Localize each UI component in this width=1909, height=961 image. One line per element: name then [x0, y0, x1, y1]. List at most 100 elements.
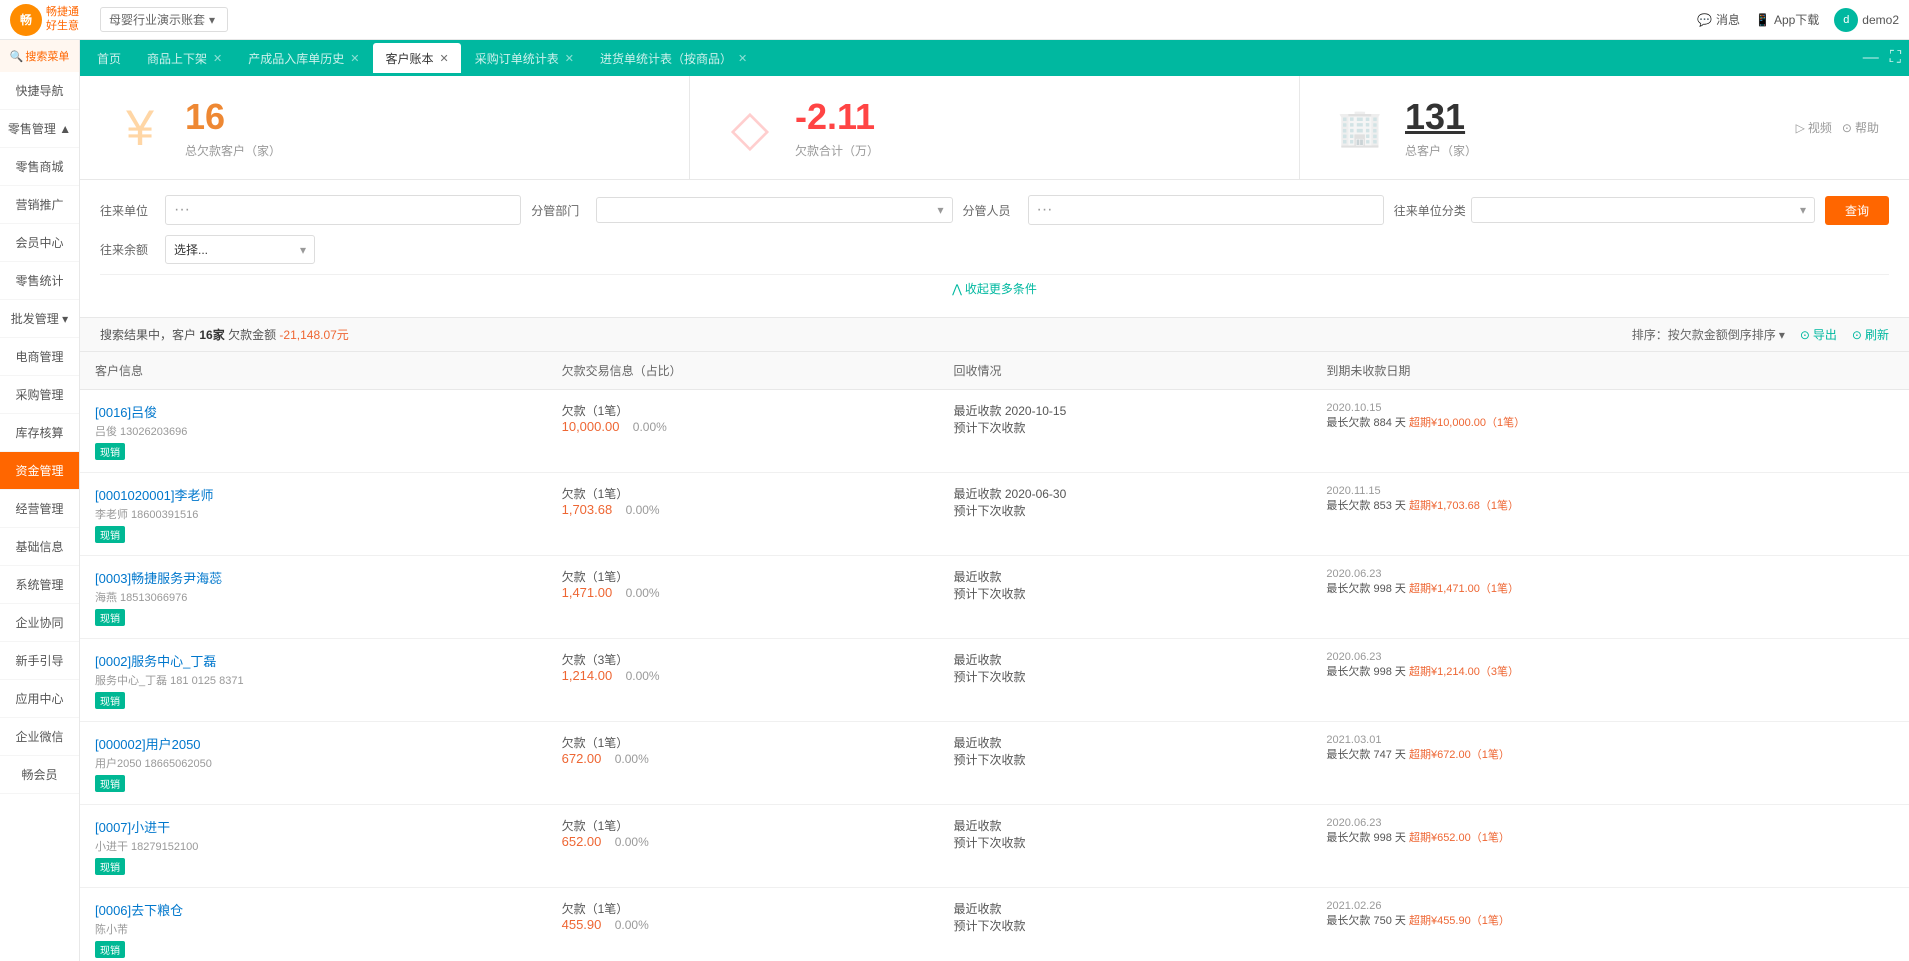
sidebar-item-yingyong[interactable]: 应用中心	[0, 680, 79, 718]
table-row: [0003]畅捷服务尹海蕊 海燕 18513066976 现销 欠款（1笔） 1…	[80, 556, 1909, 639]
next-collect-2: 预计下次收款	[954, 585, 1297, 602]
tab-production-close[interactable]: ✕	[350, 52, 359, 65]
customer-name-4[interactable]: [000002]用户2050	[95, 734, 532, 753]
debt-amount-4[interactable]: 672.00	[562, 751, 602, 766]
sort-select[interactable]: 排序：按欠款金额倒序排序 ▾	[1632, 326, 1785, 343]
guide-help-btn[interactable]: ⊙ 帮助	[1842, 119, 1879, 136]
debt-percent-2: 0.00%	[626, 586, 660, 600]
debt-label-0: 欠款（1笔）	[562, 402, 924, 419]
dept-select[interactable]: ▾	[596, 197, 952, 223]
balance-select[interactable]: 选择... ▾	[165, 235, 315, 264]
sidebar-search-area[interactable]: 🔍 搜索菜单	[0, 40, 79, 72]
cell-due-date-4: 2021.03.01 最长欠款 747 天 超期¥672.00（1笔）	[1311, 722, 1909, 805]
sidebar-item-xitong[interactable]: 系统管理	[0, 566, 79, 604]
sidebar-item-changhui[interactable]: 畅会员	[0, 756, 79, 794]
customer-name-1[interactable]: [0001020001]李老师	[95, 485, 532, 504]
customer-tag-6: 现销	[95, 941, 125, 958]
sidebar-item-qiye[interactable]: 企业协同	[0, 604, 79, 642]
customer-name-6[interactable]: [0006]去下粮仓	[95, 900, 532, 919]
chevron-down-icon: ▾	[62, 312, 68, 326]
customer-name-2[interactable]: [0003]畅捷服务尹海蕊	[95, 568, 532, 587]
export-btn[interactable]: ⊙ 导出	[1800, 326, 1837, 343]
manager-input[interactable]: ···	[1028, 195, 1384, 225]
tab-goods[interactable]: 商品上下架 ✕	[135, 43, 234, 73]
results-info: 搜索结果中，客户 16家 欠款金额 -21,148.07元	[100, 326, 349, 343]
overdue-amount-1[interactable]: 超期¥1,703.68（1笔）	[1409, 500, 1519, 512]
app-download-btn[interactable]: 📱 App下载	[1755, 11, 1819, 28]
tab-purchase-stats-close[interactable]: ✕	[738, 52, 747, 65]
chevron-down-icon: ▾	[209, 13, 215, 27]
sidebar-item-yingxiao[interactable]: 营销推广	[0, 186, 79, 224]
sidebar-item-zijin[interactable]: 资金管理	[0, 452, 79, 490]
tab-maximize-btn[interactable]: ⛶	[1887, 46, 1904, 70]
sidebar-item-pifa[interactable]: 批发管理 ▾	[0, 300, 79, 338]
customer-name-5[interactable]: [0007]小进干	[95, 817, 532, 836]
table-row: [000002]用户2050 用户2050 18665062050 现销 欠款（…	[80, 722, 1909, 805]
sidebar-item-tongji[interactable]: 零售统计	[0, 262, 79, 300]
due-date-3: 2020.06.23	[1326, 651, 1894, 663]
total-customers-number[interactable]: 131	[1405, 96, 1477, 138]
debt-amount-0[interactable]: 10,000.00	[562, 419, 620, 434]
sidebar-item-caigou[interactable]: 采购管理	[0, 376, 79, 414]
debt-amount-1[interactable]: 1,703.68	[562, 502, 613, 517]
store-selector[interactable]: 母婴行业演示账套 ▾	[100, 7, 228, 32]
stat-card-total-customers: 🏢 131 总客户（家） ▷ 视频 ⊙ 帮助	[1300, 76, 1909, 179]
due-date-4: 2021.03.01	[1326, 734, 1894, 746]
customer-name-3[interactable]: [0002]服务中心_丁磊	[95, 651, 532, 670]
latest-collect-6: 最近收款	[954, 900, 1297, 917]
tab-home[interactable]: 首页	[85, 43, 133, 73]
overdue-amount-4[interactable]: 超期¥672.00（1笔）	[1409, 749, 1510, 761]
tab-customer-account-close[interactable]: ✕	[440, 52, 449, 65]
overdue-customers-number[interactable]: 16	[185, 96, 281, 138]
sidebar-item-xinshou[interactable]: 新手引导	[0, 642, 79, 680]
sidebar-item-lingshou[interactable]: 零售管理 ▲	[0, 110, 79, 148]
overdue-amount-0[interactable]: 超期¥10,000.00（1笔）	[1409, 417, 1525, 429]
overdue-amount-5[interactable]: 超期¥652.00（1笔）	[1409, 832, 1510, 844]
content-area: ¥ 16 总欠款客户（家） ◇ -2.11 欠款合计（万）	[80, 76, 1909, 961]
search-button[interactable]: 查询	[1825, 196, 1889, 225]
collapse-filter-btn[interactable]: ⋀ 收起更多条件	[100, 274, 1889, 302]
tab-purchase-stats[interactable]: 进货单统计表（按商品） ✕	[588, 43, 759, 73]
filter-row-2: 往来余额 选择... ▾	[100, 235, 1889, 264]
tab-customer-account[interactable]: 客户账本 ✕	[373, 43, 460, 73]
debt-amount-3[interactable]: 1,214.00	[562, 668, 613, 683]
sidebar-item-qiyeweixin[interactable]: 企业微信	[0, 718, 79, 756]
next-collect-0: 预计下次收款	[954, 419, 1297, 436]
col-debt-info: 欠款交易信息（占比）	[547, 352, 939, 390]
sidebar-item-huiyuan[interactable]: 会员中心	[0, 224, 79, 262]
tab-production[interactable]: 产成品入库单历史 ✕	[236, 43, 371, 73]
sidebar-item-jichu[interactable]: 基础信息	[0, 528, 79, 566]
tab-minimize-btn[interactable]: —	[1860, 46, 1882, 70]
sidebar-item-jingying[interactable]: 经营管理	[0, 490, 79, 528]
manager-label: 分管人员	[963, 202, 1023, 219]
debt-amount-5[interactable]: 652.00	[562, 834, 602, 849]
debt-amount-2[interactable]: 1,471.00	[562, 585, 613, 600]
debt-percent-1: 0.00%	[626, 503, 660, 517]
tab-goods-close[interactable]: ✕	[213, 52, 222, 65]
video-help-btn[interactable]: ▷ 视频	[1796, 119, 1832, 136]
debt-label-5: 欠款（1笔）	[562, 817, 924, 834]
message-btn[interactable]: 💬 消息	[1697, 11, 1740, 28]
stat-info-2: -2.11 欠款合计（万）	[795, 96, 879, 159]
overdue-amount-3[interactable]: 超期¥1,214.00（3笔）	[1409, 666, 1519, 678]
unit-class-select[interactable]: ▾	[1471, 197, 1815, 223]
sidebar-item-dianshang[interactable]: 电商管理	[0, 338, 79, 376]
customer-name-0[interactable]: [0016]吕俊	[95, 402, 532, 421]
sidebar-item-shangcheng[interactable]: 零售商城	[0, 148, 79, 186]
tab-purchase-order[interactable]: 采购订单统计表 ✕	[463, 43, 586, 73]
due-date-6: 2021.02.26	[1326, 900, 1894, 912]
debt-amount-6[interactable]: 455.90	[562, 917, 602, 932]
cell-customer-6: [0006]去下粮仓 陈小芾 现销	[80, 888, 547, 961]
search-menu-btn[interactable]: 🔍 搜索菜单	[10, 48, 70, 64]
overdue-amount-6[interactable]: 超期¥455.90（1笔）	[1409, 915, 1510, 927]
yuan-icon: ¥	[110, 98, 170, 158]
overdue-amount-2[interactable]: 超期¥1,471.00（1笔）	[1409, 583, 1519, 595]
tab-purchase-order-close[interactable]: ✕	[565, 52, 574, 65]
refresh-btn[interactable]: ⊙ 刷新	[1852, 326, 1889, 343]
sidebar-item-kuaijie[interactable]: 快捷导航	[0, 72, 79, 110]
cell-collection-6: 最近收款 预计下次收款	[939, 888, 1312, 961]
user-avatar[interactable]: d demo2	[1834, 8, 1899, 32]
next-collect-4: 预计下次收款	[954, 751, 1297, 768]
sidebar-item-kucun[interactable]: 库存核算	[0, 414, 79, 452]
from-unit-input[interactable]: ···	[165, 195, 521, 225]
